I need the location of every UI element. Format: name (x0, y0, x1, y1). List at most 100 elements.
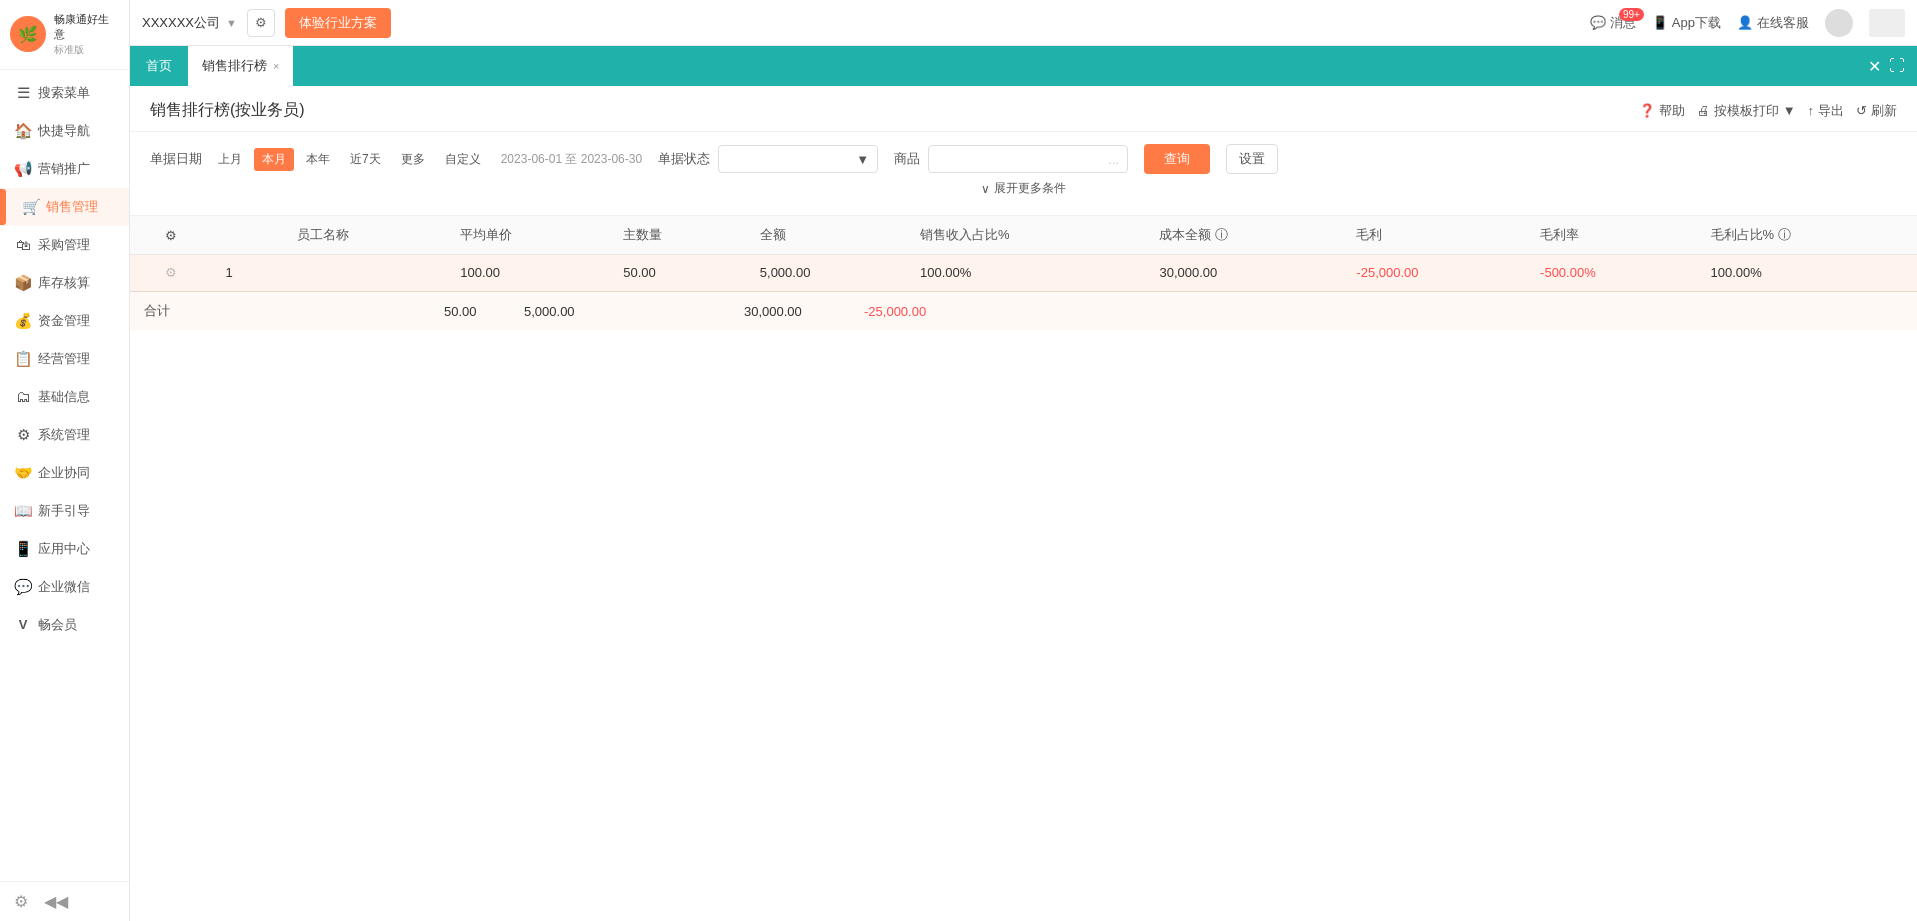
footer-gross-profit-cell: -25,000.00 (864, 304, 926, 319)
header-settings-button[interactable]: ⚙ (247, 9, 275, 37)
query-button[interactable]: 查询 (1144, 144, 1210, 174)
goods-value (937, 150, 950, 168)
col-rank (212, 216, 284, 255)
gear-icon: ⚙ (255, 15, 267, 30)
export-button[interactable]: ↑ 导出 (1808, 102, 1845, 120)
page-header: 销售排行榜(按业务员) ❓ 帮助 🖨 按模板打印 ▼ ↑ 导出 (130, 86, 1917, 132)
tab-expand-icon[interactable]: ⛶ (1889, 57, 1905, 75)
expand-more-button[interactable]: ∨ 展开更多条件 (150, 174, 1897, 203)
tab-close-all-icon[interactable]: ✕ (1868, 57, 1881, 76)
row-sales-pct-cell: 100.00% (906, 255, 1146, 291)
date-tab-more[interactable]: 更多 (393, 148, 433, 171)
goods-input[interactable]: ... (928, 145, 1128, 173)
row-gross-pct-cell: 100.00% (1697, 255, 1917, 291)
funds-icon: 💰 (14, 312, 32, 330)
status-chevron-icon: ▼ (856, 152, 869, 167)
message-badge: 99+ (1619, 8, 1644, 21)
sidebar-item-purchase[interactable]: 🛍 采购管理 (0, 226, 129, 264)
online-service-button[interactable]: 👤 在线客服 (1737, 14, 1809, 32)
marketing-icon: 📢 (14, 160, 32, 178)
sidebar-item-app-center[interactable]: 📱 应用中心 (0, 530, 129, 568)
main-area: XXXXXX公司 ▼ ⚙ 体验行业方案 💬 消息 99+ 📱 App下载 👤 在… (130, 0, 1917, 921)
sidebar-item-wechat[interactable]: 💬 企业微信 (0, 568, 129, 606)
company-chevron-icon: ▼ (226, 17, 237, 29)
sidebar-item-marketing[interactable]: 📢 营销推广 (0, 150, 129, 188)
date-range-display: 2023-06-01 至 2023-06-30 (501, 151, 642, 168)
col-gross-pct: 毛利占比% ⓘ (1697, 216, 1917, 255)
enterprise-icon: 🤝 (14, 464, 32, 482)
date-tab-last-month[interactable]: 上月 (210, 148, 250, 171)
col-name: 员工名称 (283, 216, 446, 255)
operations-icon: 📋 (14, 350, 32, 368)
sidebar-item-quick-nav[interactable]: 🏠 快捷导航 (0, 112, 129, 150)
bottom-settings-icon[interactable]: ⚙ (14, 892, 28, 911)
sidebar-item-funds[interactable]: 💰 资金管理 (0, 302, 129, 340)
table-area: ⚙ 员工名称 平均单价 主数量 全额 销售收入占比% 成本全额 ⓘ 毛利 毛利率… (130, 216, 1917, 921)
table-body: ⚙ 1 100.00 50.00 5,000.00 100.00% 30,000… (130, 255, 1917, 291)
status-value (727, 150, 740, 168)
date-tab-7days[interactable]: 近7天 (342, 148, 389, 171)
sidebar-item-system[interactable]: ⚙ 系统管理 (0, 416, 129, 454)
col-amount: 全额 (746, 216, 906, 255)
help-button[interactable]: ❓ 帮助 (1639, 102, 1685, 120)
template-print-button[interactable]: 🖨 按模板打印 ▼ (1697, 102, 1796, 120)
date-label: 单据日期 (150, 150, 202, 168)
inventory-icon: 📦 (14, 274, 32, 292)
goods-filter-group: 商品 ... (894, 145, 1128, 173)
sidebar-item-inventory[interactable]: 📦 库存核算 (0, 264, 129, 302)
table-header: ⚙ 员工名称 平均单价 主数量 全额 销售收入占比% 成本全额 ⓘ 毛利 毛利率… (130, 216, 1917, 255)
message-button[interactable]: 💬 消息 99+ (1590, 14, 1636, 32)
purchase-icon: 🛍 (14, 236, 32, 253)
sidebar-item-member[interactable]: V 畅会员 (0, 606, 129, 644)
page-actions: ❓ 帮助 🖨 按模板打印 ▼ ↑ 导出 ↺ 刷新 (1639, 102, 1897, 120)
sidebar-item-base-info[interactable]: 🗂 基础信息 (0, 378, 129, 416)
print-chevron-icon: ▼ (1783, 103, 1796, 118)
row-gross-rate-cell: -500.00% (1526, 255, 1696, 291)
col-sales-pct: 销售收入占比% (906, 216, 1146, 255)
row-settings-cell[interactable]: ⚙ (130, 255, 212, 291)
system-icon: ⚙ (14, 426, 32, 444)
sidebar-item-operations[interactable]: 📋 经营管理 (0, 340, 129, 378)
sidebar: 🌿 畅康通好生意 标准版 ☰ 搜索菜单 🏠 快捷导航 📢 营销推广 🛒 销售管理… (0, 0, 130, 921)
home-icon: 🏠 (14, 122, 32, 140)
col-gross-rate: 毛利率 (1526, 216, 1696, 255)
app-download-button[interactable]: 📱 App下载 (1652, 14, 1721, 32)
goods-label: 商品 (894, 150, 920, 168)
row-gross-profit-cell: -25,000.00 (1342, 255, 1526, 291)
company-selector[interactable]: XXXXXX公司 ▼ (142, 14, 237, 32)
user-avatar[interactable] (1825, 9, 1853, 37)
row-avg-price-cell: 100.00 (446, 255, 609, 291)
col-settings: ⚙ (130, 216, 212, 255)
footer-label: 合计 (144, 302, 344, 320)
row-quantity-cell: 50.00 (609, 255, 746, 291)
bottom-collapse-icon[interactable]: ◀◀ (44, 892, 68, 911)
date-tab-this-year[interactable]: 本年 (298, 148, 338, 171)
header-right: 💬 消息 99+ 📱 App下载 👤 在线客服 (1590, 9, 1905, 37)
sidebar-item-guide[interactable]: 📖 新手引导 (0, 492, 129, 530)
date-tab-custom[interactable]: 自定义 (437, 148, 489, 171)
row-cost-amount-cell: 30,000.00 (1145, 255, 1342, 291)
tab-bar: 首页 销售排行榜 × ✕ ⛶ (130, 46, 1917, 86)
page-content: 销售排行榜(按业务员) ❓ 帮助 🖨 按模板打印 ▼ ↑ 导出 (130, 86, 1917, 921)
page-title: 销售排行榜(按业务员) (150, 100, 305, 121)
search-order-icon: ☰ (14, 84, 32, 102)
filter-settings-button[interactable]: 设置 (1226, 144, 1278, 174)
refresh-button[interactable]: ↺ 刷新 (1856, 102, 1897, 120)
home-tab[interactable]: 首页 (130, 46, 188, 86)
sales-ranking-tab[interactable]: 销售排行榜 × (188, 46, 293, 86)
tab-close-icon[interactable]: × (273, 60, 279, 72)
sales-expand-arrow[interactable] (0, 189, 6, 225)
sidebar-item-enterprise[interactable]: 🤝 企业协同 (0, 454, 129, 492)
sales-icon: 🛒 (22, 198, 40, 216)
status-select[interactable]: ▼ (718, 145, 878, 173)
date-tab-this-month[interactable]: 本月 (254, 148, 294, 171)
sidebar-item-search-order[interactable]: ☰ 搜索菜单 (0, 74, 129, 112)
refresh-icon: ↺ (1856, 103, 1867, 118)
app-icon: 📱 (1652, 15, 1668, 30)
row-name-cell (283, 255, 446, 291)
footer-amount-cell: 5,000.00 (524, 304, 624, 319)
date-filter-group: 单据日期 上月 本月 本年 近7天 更多 自定义 2023-06-01 至 20… (150, 148, 642, 171)
help-icon: ❓ (1639, 103, 1655, 118)
sidebar-item-sales[interactable]: 🛒 销售管理 (0, 188, 129, 226)
trial-button[interactable]: 体验行业方案 (285, 8, 391, 38)
